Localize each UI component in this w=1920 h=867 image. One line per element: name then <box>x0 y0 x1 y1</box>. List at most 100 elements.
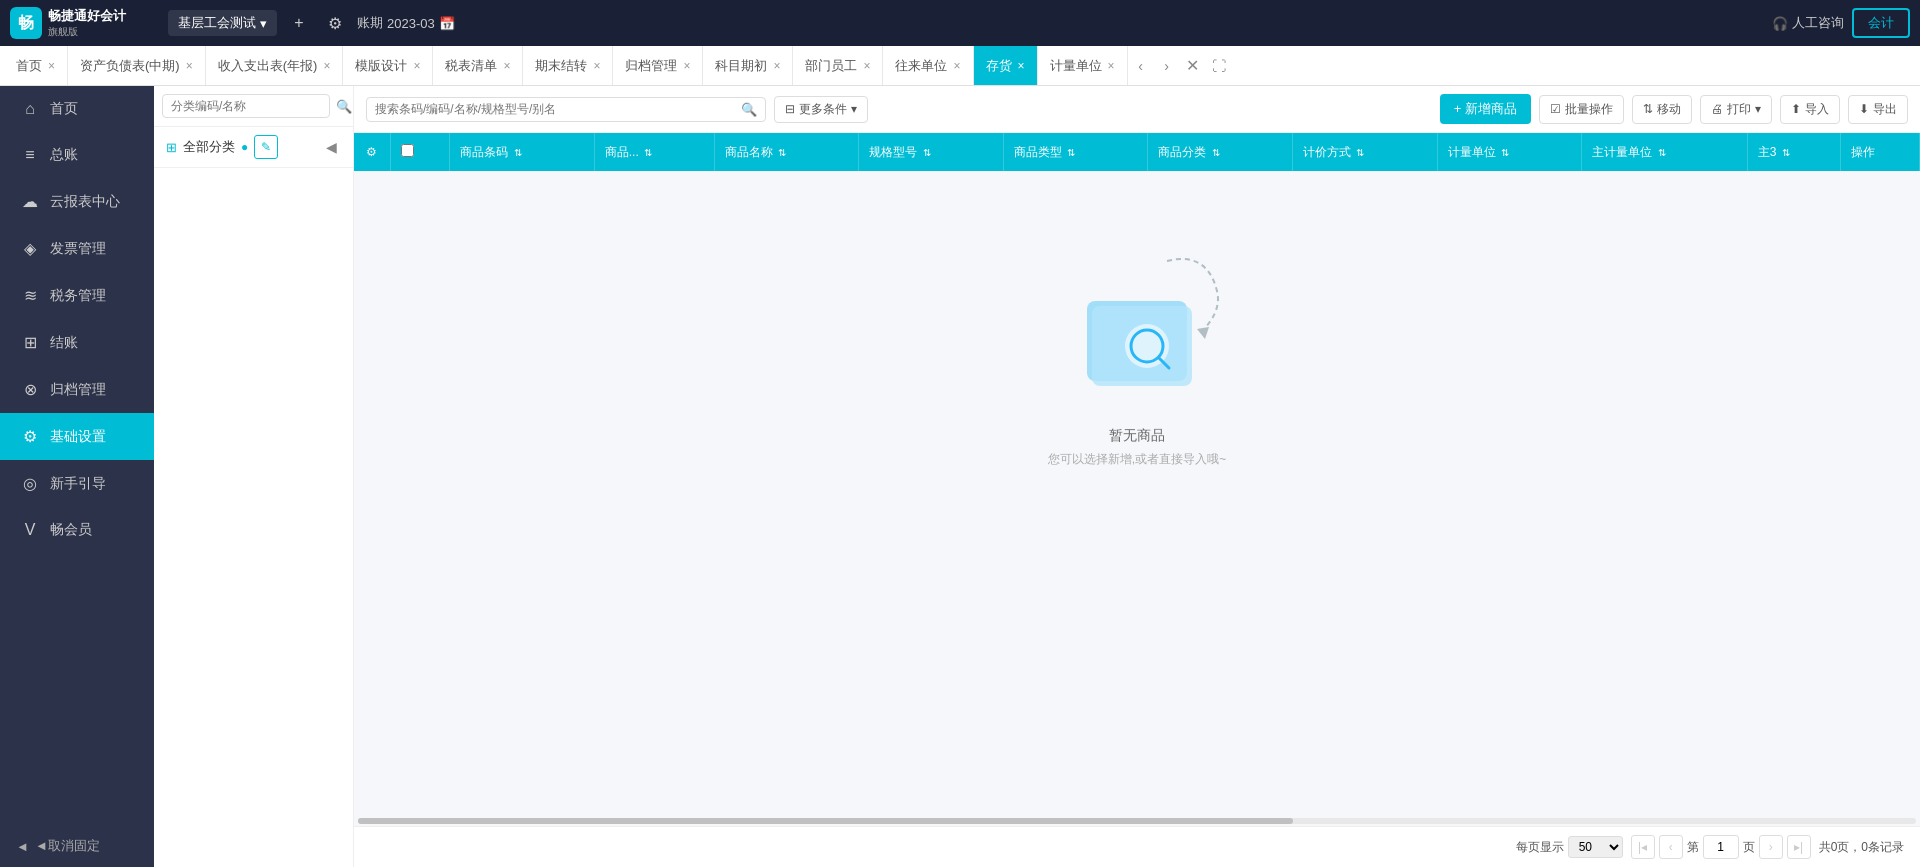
print-chevron-icon: ▾ <box>1755 102 1761 116</box>
search-row: 🔍 ⊟ 更多条件 ▾ + 新增商品 ☑ 批量操作 <box>354 86 1920 133</box>
per-page-selector: 每页显示 50 100 200 <box>1516 836 1623 858</box>
col-settings[interactable]: ⚙ <box>354 133 390 171</box>
sidebar-label: 新手引导 <box>50 475 106 493</box>
product-search-input[interactable] <box>375 102 735 116</box>
horizontal-scrollbar[interactable] <box>354 816 1920 826</box>
tab-period-transfer[interactable]: 期末结转 × <box>523 46 613 86</box>
col-code[interactable]: 商品... ⇅ <box>594 133 714 171</box>
tab-contacts[interactable]: 往来单位 × <box>883 46 973 86</box>
tab-inventory[interactable]: 存货 × <box>974 46 1038 86</box>
col-barcode[interactable]: 商品条码 ⇅ <box>450 133 595 171</box>
sidebar-label: 税务管理 <box>50 287 106 305</box>
tab-archive[interactable]: 归档管理 × <box>613 46 703 86</box>
sidebar-collapse-button[interactable]: ◄ ◄取消固定 <box>0 825 154 867</box>
tab-close-homepage[interactable]: × <box>48 59 55 73</box>
sidebar-item-home[interactable]: ⌂ 首页 <box>0 86 154 132</box>
col-main-unit[interactable]: 主计量单位 ⇅ <box>1582 133 1748 171</box>
col-price-method[interactable]: 计价方式 ⇅ <box>1293 133 1438 171</box>
tab-close-archive[interactable]: × <box>683 59 690 73</box>
col-type[interactable]: 商品类型 ⇅ <box>1003 133 1148 171</box>
search-icon[interactable]: 🔍 <box>741 102 757 117</box>
scrollbar-thumb[interactable] <box>358 818 1293 824</box>
sidebar-item-invoice[interactable]: ◈ 发票管理 <box>0 225 154 272</box>
tab-balance-sheet[interactable]: 资产负债表(中期) × <box>68 46 206 86</box>
calendar-icon[interactable]: 📅 <box>439 16 455 31</box>
tab-close-inventory[interactable]: × <box>1018 59 1025 73</box>
col-operation: 操作 <box>1840 133 1919 171</box>
sidebar-item-archive[interactable]: ⊗ 归档管理 <box>0 366 154 413</box>
tab-close-tax[interactable]: × <box>503 59 510 73</box>
sidebar-item-member[interactable]: V 畅会员 <box>0 507 154 553</box>
sidebar-item-settings[interactable]: ⚙ 基础设置 <box>0 413 154 460</box>
export-button[interactable]: ⬇ 导出 <box>1848 95 1908 124</box>
pagination: |◂ ‹ 第 页 › ▸| <box>1631 835 1811 859</box>
sidebar-item-cloud-report[interactable]: ☁ 云报表中心 <box>0 178 154 225</box>
add-tab-button[interactable]: + <box>285 9 313 37</box>
tab-maximize-button[interactable]: ⛶ <box>1206 46 1232 86</box>
period-label: 账期 <box>357 14 383 32</box>
tab-bar: 首页 × 资产负债表(中期) × 收入支出表(年报) × 模版设计 × 税表清单… <box>0 46 1920 86</box>
tab-subject-init[interactable]: 科目期初 × <box>703 46 793 86</box>
tab-label: 收入支出表(年报) <box>218 57 318 75</box>
sidebar-label: 结账 <box>50 334 78 352</box>
sidebar-label: 云报表中心 <box>50 193 120 211</box>
company-selector[interactable]: 基层工会测试 ▾ <box>168 10 277 36</box>
tab-homepage[interactable]: 首页 × <box>4 46 68 86</box>
tab-close-income[interactable]: × <box>323 59 330 73</box>
table-footer: 每页显示 50 100 200 |◂ ‹ 第 页 › <box>354 826 1920 867</box>
page-label: 第 <box>1687 839 1699 856</box>
tab-close-unit[interactable]: × <box>1108 59 1115 73</box>
import-button[interactable]: ⬆ 导入 <box>1780 95 1840 124</box>
move-button[interactable]: ⇅ 移动 <box>1632 95 1692 124</box>
sidebar-item-close-period[interactable]: ⊞ 结账 <box>0 319 154 366</box>
main-layout: ⌂ 首页 ≡ 总账 ☁ 云报表中心 ◈ 发票管理 ≋ 税务管理 ⊞ 结账 ⊗ 归… <box>0 86 1920 867</box>
tab-income-statement[interactable]: 收入支出表(年报) × <box>206 46 344 86</box>
per-page-select-input[interactable]: 50 100 200 <box>1568 836 1623 858</box>
account-button[interactable]: 会计 <box>1852 8 1910 38</box>
logo-icon: 畅 <box>10 7 42 39</box>
category-collapse-button[interactable]: ◀ <box>321 137 341 157</box>
tab-close-dept[interactable]: × <box>863 59 870 73</box>
page-number-input[interactable] <box>1703 835 1739 859</box>
sidebar-item-tax[interactable]: ≋ 税务管理 <box>0 272 154 319</box>
print-button[interactable]: 🖨 打印 ▾ <box>1700 95 1772 124</box>
tab-close-period[interactable]: × <box>593 59 600 73</box>
home-icon: ⌂ <box>20 100 40 118</box>
tab-tax-list[interactable]: 税表清单 × <box>433 46 523 86</box>
member-icon: V <box>20 521 40 539</box>
content-area: 🔍 ⊞ 全部分类 ● ✎ ◀ 🔍 <box>154 86 1920 867</box>
tab-close-balance[interactable]: × <box>186 59 193 73</box>
tab-department[interactable]: 部门员工 × <box>793 46 883 86</box>
add-product-button[interactable]: + 新增商品 <box>1440 94 1531 124</box>
settings-button[interactable]: ⚙ <box>321 9 349 37</box>
col-unit[interactable]: 计量单位 ⇅ <box>1437 133 1582 171</box>
tab-prev-button[interactable]: ‹ <box>1128 46 1154 86</box>
tab-close-template[interactable]: × <box>413 59 420 73</box>
tab-unit[interactable]: 计量单位 × <box>1038 46 1128 86</box>
tab-template-design[interactable]: 模版设计 × <box>343 46 433 86</box>
archive-icon: ⊗ <box>20 380 40 399</box>
batch-operation-button[interactable]: ☑ 批量操作 <box>1539 95 1624 124</box>
prev-page-button[interactable]: ‹ <box>1659 835 1683 859</box>
category-edit-button[interactable]: ✎ <box>254 135 278 159</box>
first-page-button[interactable]: |◂ <box>1631 835 1655 859</box>
select-all-checkbox[interactable] <box>401 144 414 157</box>
col-checkbox[interactable] <box>390 133 450 171</box>
category-search-icon[interactable]: 🔍 <box>336 99 352 114</box>
search-input-wrap: 🔍 <box>366 97 766 122</box>
more-filter-button[interactable]: ⊟ 更多条件 ▾ <box>774 96 868 123</box>
tab-close-all-button[interactable]: ✕ <box>1180 46 1206 86</box>
tab-close-subject[interactable]: × <box>773 59 780 73</box>
col-category[interactable]: 商品分类 ⇅ <box>1148 133 1293 171</box>
col-extra[interactable]: 主3 ⇅ <box>1747 133 1840 171</box>
sidebar-item-ledger[interactable]: ≡ 总账 <box>0 132 154 178</box>
category-search-input[interactable] <box>162 94 330 118</box>
tab-next-button[interactable]: › <box>1154 46 1180 86</box>
tab-close-contacts[interactable]: × <box>953 59 960 73</box>
sidebar-item-guide[interactable]: ◎ 新手引导 <box>0 460 154 507</box>
col-spec[interactable]: 规格型号 ⇅ <box>859 133 1004 171</box>
last-page-button[interactable]: ▸| <box>1787 835 1811 859</box>
next-page-button[interactable]: › <box>1759 835 1783 859</box>
ai-consult-button[interactable]: 🎧 人工咨询 <box>1772 14 1844 32</box>
col-name[interactable]: 商品名称 ⇅ <box>714 133 859 171</box>
